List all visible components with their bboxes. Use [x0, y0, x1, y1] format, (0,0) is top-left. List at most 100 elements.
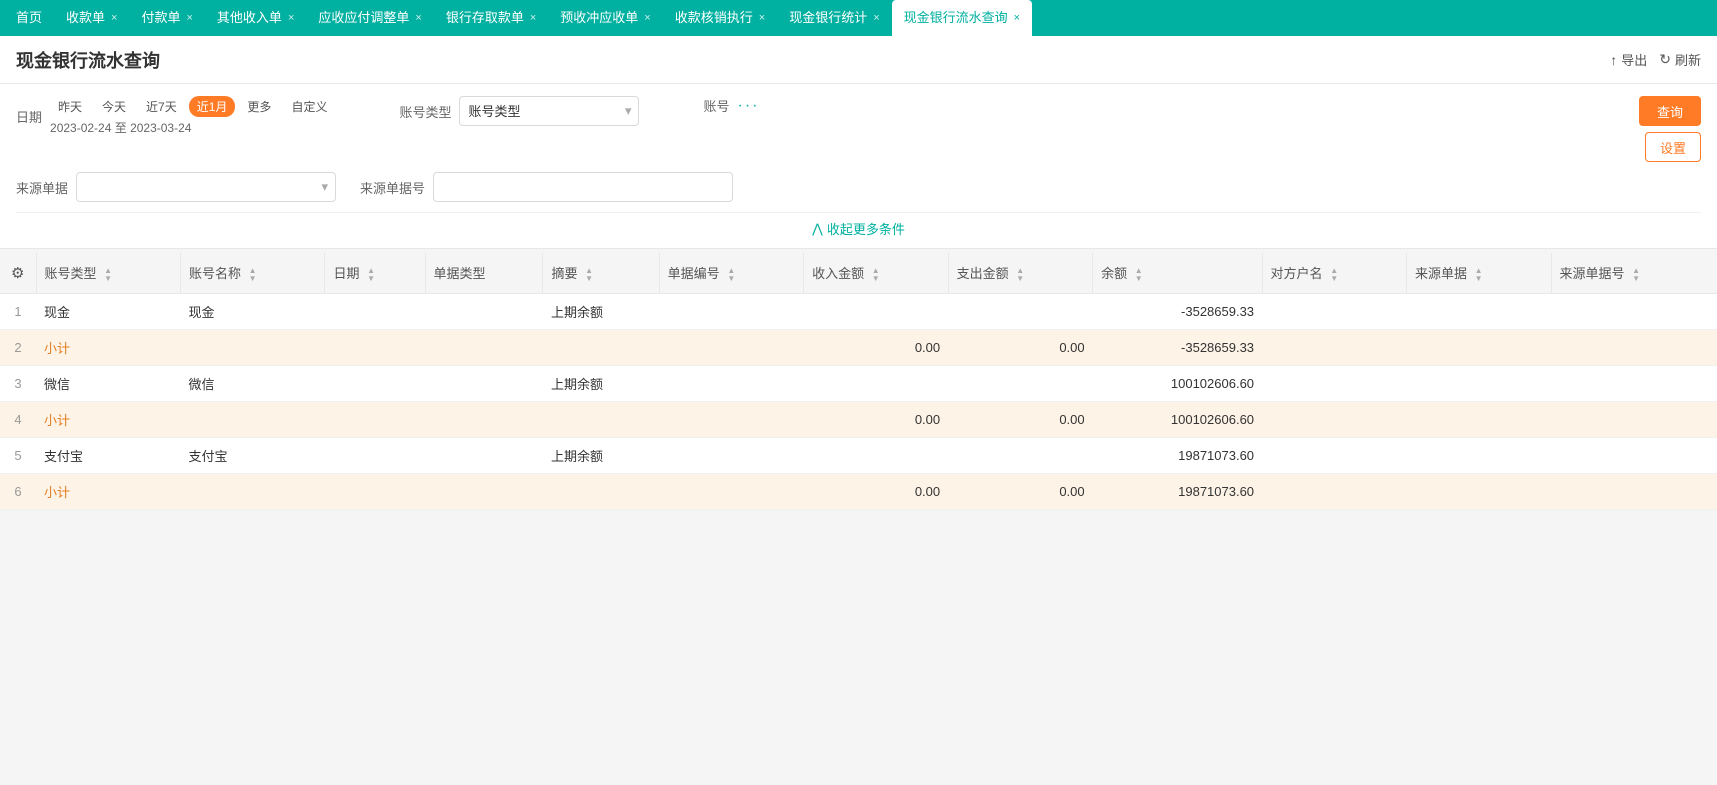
col-balance[interactable]: 余额 ▲▼	[1093, 253, 1262, 293]
close-receipt-icon[interactable]: ×	[111, 0, 117, 36]
account-ellipsis[interactable]: ···	[737, 97, 759, 115]
close-prepay-icon[interactable]: ×	[644, 0, 650, 36]
date-opt-1month[interactable]: 近1月	[189, 96, 236, 117]
row-date	[325, 365, 425, 401]
row-account-type: 小计	[36, 329, 180, 365]
close-other-income-icon[interactable]: ×	[288, 0, 294, 36]
row-doc-no	[659, 329, 803, 365]
table-header-row: ⚙ 账号类型 ▲▼ 账号名称 ▲▼ 日期 ▲▼ 单据类型 摘	[0, 253, 1717, 293]
table-row: 3微信微信上期余额100102606.60	[0, 365, 1717, 401]
row-account-type: 现金	[36, 293, 180, 329]
row-income	[804, 437, 948, 473]
nav-payment[interactable]: 付款单 ×	[129, 0, 204, 36]
account-label: 账号	[703, 96, 729, 115]
account-type-select[interactable]: 账号类型	[459, 96, 639, 126]
close-ar-ap-icon[interactable]: ×	[415, 0, 421, 36]
row-doc-type	[425, 473, 543, 509]
close-payment-icon[interactable]: ×	[186, 0, 192, 36]
close-cash-flow-icon[interactable]: ×	[1014, 0, 1020, 36]
row-income	[804, 293, 948, 329]
row-counterpart	[1262, 473, 1406, 509]
row-account-name: 支付宝	[180, 437, 324, 473]
row-source-doc	[1407, 401, 1551, 437]
col-date[interactable]: 日期 ▲▼	[325, 253, 425, 293]
row-source-doc-no	[1551, 329, 1717, 365]
nav-cash-flow[interactable]: 现金银行流水查询 ×	[892, 0, 1032, 36]
row-doc-type	[425, 437, 543, 473]
date-opt-7days[interactable]: 近7天	[138, 96, 185, 117]
close-cash-stats-icon[interactable]: ×	[873, 0, 879, 36]
row-expense	[948, 293, 1092, 329]
row-index: 6	[0, 473, 36, 509]
source-doc-select[interactable]	[76, 172, 336, 202]
account-type-label: 账号类型	[399, 102, 451, 121]
col-doc-no[interactable]: 单据编号 ▲▼	[659, 253, 803, 293]
source-doc-no-filter-group: 来源单据号	[360, 172, 733, 202]
row-account-name: 现金	[180, 293, 324, 329]
settings-gear-icon[interactable]: ⚙	[11, 265, 24, 282]
row-expense	[948, 437, 1092, 473]
collapse-filter-button[interactable]: ⋀ 收起更多条件	[16, 212, 1701, 244]
col-expense[interactable]: 支出金额 ▲▼	[948, 253, 1092, 293]
query-button[interactable]: 查询	[1639, 96, 1701, 126]
refresh-button[interactable]: ↻ 刷新	[1659, 50, 1701, 69]
top-navigation: 首页 收款单 × 付款单 × 其他收入单 × 应收应付调整单 × 银行存取款单 …	[0, 0, 1717, 36]
date-opt-custom[interactable]: 自定义	[283, 96, 335, 117]
nav-other-income[interactable]: 其他收入单 ×	[205, 0, 306, 36]
row-index: 5	[0, 437, 36, 473]
filter-row-2: 来源单据 来源单据号	[16, 172, 1701, 202]
row-expense: 0.00	[948, 401, 1092, 437]
date-opt-yesterday[interactable]: 昨天	[50, 96, 90, 117]
col-source-doc[interactable]: 来源单据 ▲▼	[1407, 253, 1551, 293]
nav-receipt[interactable]: 收款单 ×	[54, 0, 129, 36]
col-source-doc-no[interactable]: 来源单据号 ▲▼	[1551, 253, 1717, 293]
nav-prepay[interactable]: 预收冲应收单 ×	[548, 0, 662, 36]
row-account-name	[180, 329, 324, 365]
row-summary: 上期余额	[543, 365, 659, 401]
row-index: 1	[0, 293, 36, 329]
col-account-type[interactable]: 账号类型 ▲▼	[36, 253, 180, 293]
row-account-type: 支付宝	[36, 437, 180, 473]
row-counterpart	[1262, 437, 1406, 473]
row-doc-type	[425, 293, 543, 329]
col-doc-type[interactable]: 单据类型	[425, 253, 543, 293]
row-balance: -3528659.33	[1093, 329, 1262, 365]
nav-cash-stats[interactable]: 现金银行统计 ×	[777, 0, 891, 36]
row-income: 0.00	[804, 329, 948, 365]
date-opt-more[interactable]: 更多	[239, 96, 279, 117]
source-doc-no-label: 来源单据号	[360, 178, 425, 197]
close-receipt-exec-icon[interactable]: ×	[759, 0, 765, 36]
account-filter-group: 账号 ···	[703, 96, 759, 115]
col-counterpart[interactable]: 对方户名 ▲▼	[1262, 253, 1406, 293]
nav-receipt-exec[interactable]: 收款核销执行 ×	[663, 0, 777, 36]
source-doc-no-input[interactable]	[433, 172, 733, 202]
date-opt-today[interactable]: 今天	[94, 96, 134, 117]
nav-ar-ap-adjust[interactable]: 应收应付调整单 ×	[306, 0, 433, 36]
row-doc-no	[659, 293, 803, 329]
date-label: 日期	[16, 107, 42, 126]
source-doc-label: 来源单据	[16, 178, 68, 197]
page-title: 现金银行流水查询	[16, 47, 160, 73]
col-account-name[interactable]: 账号名称 ▲▼	[180, 253, 324, 293]
page-header: 现金银行流水查询 ↑ 导出 ↻ 刷新	[0, 36, 1717, 84]
close-bank-deposit-icon[interactable]: ×	[530, 0, 536, 36]
col-income[interactable]: 收入金额 ▲▼	[804, 253, 948, 293]
settings-button[interactable]: 设置	[1645, 132, 1701, 162]
row-counterpart	[1262, 329, 1406, 365]
row-source-doc	[1407, 329, 1551, 365]
table-row: 6小计0.000.0019871073.60	[0, 473, 1717, 509]
col-settings[interactable]: ⚙	[0, 253, 36, 293]
row-balance: 19871073.60	[1093, 437, 1262, 473]
row-summary	[543, 329, 659, 365]
nav-home[interactable]: 首页	[4, 0, 54, 36]
row-doc-type	[425, 329, 543, 365]
row-expense: 0.00	[948, 329, 1092, 365]
row-source-doc	[1407, 473, 1551, 509]
collapse-icon: ⋀	[812, 221, 823, 237]
col-summary[interactable]: 摘要 ▲▼	[543, 253, 659, 293]
nav-bank-deposit[interactable]: 银行存取款单 ×	[434, 0, 548, 36]
export-icon: ↑	[1610, 52, 1617, 68]
export-button[interactable]: ↑ 导出	[1610, 50, 1647, 69]
data-table: ⚙ 账号类型 ▲▼ 账号名称 ▲▼ 日期 ▲▼ 单据类型 摘	[0, 253, 1717, 510]
row-counterpart	[1262, 293, 1406, 329]
